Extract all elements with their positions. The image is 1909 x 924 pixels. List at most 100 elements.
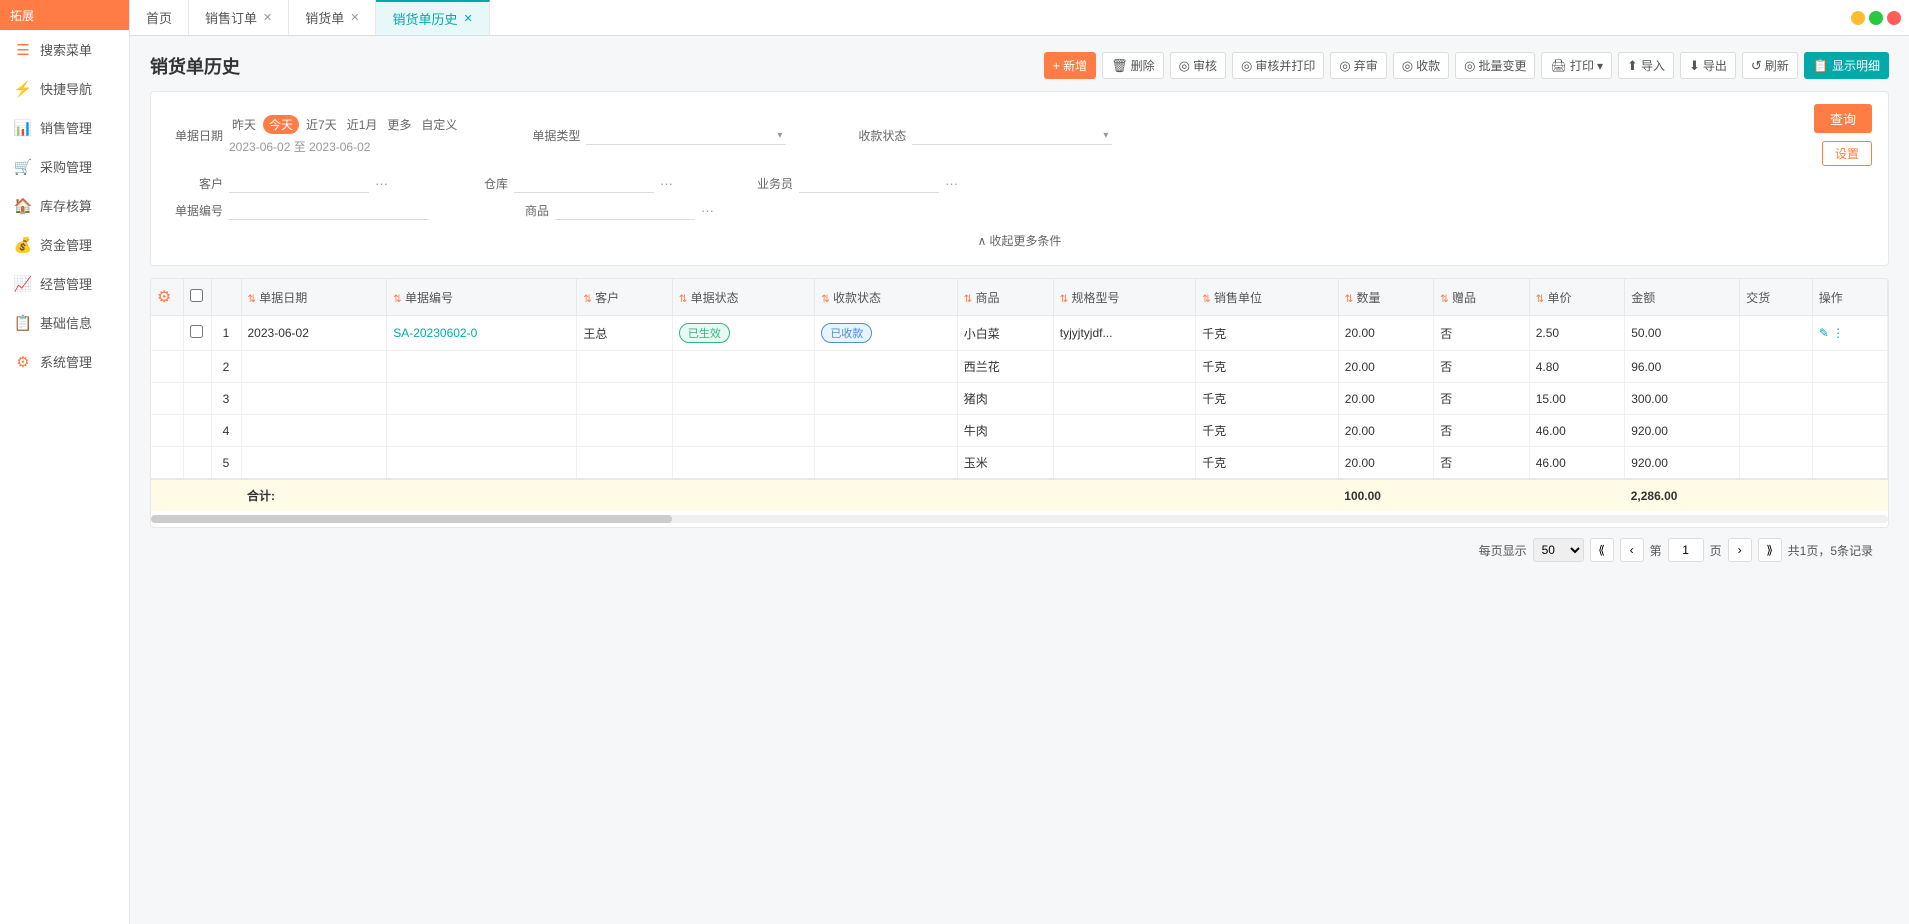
print-button[interactable]: 🖨 打印 ▾ [1541, 52, 1612, 79]
close-sales-order-icon[interactable]: ✕ [263, 11, 272, 24]
new-button[interactable]: + 新增 [1044, 52, 1097, 79]
col-action: 操作 [1812, 279, 1887, 316]
display-button[interactable]: 📋 显示明细 [1804, 52, 1889, 79]
window-close-button[interactable] [1887, 11, 1901, 25]
cell-amount: 920.00 [1625, 415, 1740, 447]
prev-page-button[interactable]: ‹ [1620, 538, 1644, 562]
sidebar-item-finance[interactable]: 💰 资金管理 [0, 225, 129, 264]
sort-icon[interactable]: ⇅ [248, 294, 256, 305]
filter-group-date: 单据日期 昨天 今天 近7天 近1月 更多 自定义 2023-06-02 至 2… [167, 115, 460, 155]
page-number-input[interactable] [1668, 538, 1704, 562]
review-print-button[interactable]: ◎ 审核并打印 [1232, 52, 1324, 79]
salesperson-input[interactable] [799, 174, 939, 193]
col-spec: ⇅ 规格型号 [1053, 279, 1195, 316]
tab-sales-goods-label: 销货单 [305, 8, 344, 27]
horizontal-scrollbar[interactable] [151, 515, 1888, 523]
customer-ellipsis[interactable]: ··· [375, 176, 388, 191]
sort-icon[interactable]: ⇅ [393, 294, 401, 305]
tab-home[interactable]: 首页 [130, 0, 189, 35]
query-button[interactable]: 查询 [1814, 104, 1872, 133]
per-page-select[interactable]: 50 20 100 [1533, 538, 1584, 562]
more-action[interactable]: ⋮ [1832, 326, 1844, 340]
sort-icon[interactable]: ⇅ [679, 294, 687, 305]
next-page-button[interactable]: › [1728, 538, 1752, 562]
sort-icon[interactable]: ⇅ [1440, 294, 1448, 305]
shortcut-today[interactable]: 今天 [263, 115, 299, 134]
sort-icon[interactable]: ⇅ [1345, 294, 1353, 305]
filter-panel: 单据日期 昨天 今天 近7天 近1月 更多 自定义 2023-06-02 至 2… [150, 91, 1889, 266]
sort-icon[interactable]: ⇅ [964, 294, 972, 305]
window-minimize-button[interactable] [1851, 11, 1865, 25]
sidebar-item-search-menu[interactable]: ☰ 搜索菜单 [0, 30, 129, 69]
tab-sales-history[interactable]: 销货单历史 ✕ [376, 0, 489, 35]
sidebar-item-quick-nav[interactable]: ⚡ 快捷导航 [0, 69, 129, 108]
collapse-button[interactable]: ∧ 收起更多条件 [970, 228, 1070, 253]
sidebar-item-inventory[interactable]: 🏠 库存核算 [0, 186, 129, 225]
table-body: 1 2023-06-02 SA-20230602-0 王总 已生效 已收款 小白… [151, 316, 1888, 480]
shortcut-yesterday[interactable]: 昨天 [229, 115, 259, 134]
doc-no-link[interactable]: SA-20230602-0 [393, 326, 477, 340]
cell-settings [151, 447, 183, 480]
goods-ellipsis[interactable]: ··· [701, 203, 714, 218]
shortcut-custom[interactable]: 自定义 [418, 115, 460, 134]
table-row: 5 玉米 千克 20.00 否 46.00 920.00 [151, 447, 1888, 480]
cell-deal [1740, 383, 1813, 415]
collect-button[interactable]: ◎ 收款 [1393, 52, 1449, 79]
close-sales-history-icon[interactable]: ✕ [464, 12, 473, 25]
doc-type-select[interactable] [586, 126, 786, 145]
review-print-label: 审核并打印 [1255, 57, 1315, 74]
scrollbar-thumb[interactable] [151, 515, 672, 523]
settings-button[interactable]: 设置 [1822, 141, 1872, 166]
refresh-button[interactable]: ↺ 刷新 [1742, 52, 1798, 79]
select-all-checkbox[interactable] [190, 289, 203, 302]
export-button[interactable]: ⬇ 导出 [1680, 52, 1736, 79]
sort-icon[interactable]: ⇅ [1202, 294, 1210, 305]
sidebar-item-sys-mgmt[interactable]: ⚙ 系统管理 [0, 342, 129, 381]
shortcut-7days[interactable]: 近7天 [303, 115, 340, 134]
goods-input[interactable] [555, 201, 695, 220]
table-settings-icon[interactable]: ⚙ [157, 289, 171, 306]
sort-icon[interactable]: ⇅ [1060, 294, 1068, 305]
batch-change-button[interactable]: ◎ 批量变更 [1455, 52, 1535, 79]
sidebar-item-sales-mgmt[interactable]: 📊 销售管理 [0, 108, 129, 147]
customer-input[interactable] [229, 174, 369, 193]
sidebar-item-purchase-mgmt[interactable]: 🛒 采购管理 [0, 147, 129, 186]
sidebar-item-operations[interactable]: 📈 经营管理 [0, 264, 129, 303]
tab-sales-goods[interactable]: 销货单 ✕ [289, 0, 376, 35]
delete-icon: 🗑 [1111, 58, 1128, 74]
cell-customer [577, 447, 672, 480]
last-page-button[interactable]: ⟫ [1758, 538, 1782, 562]
shortcut-more[interactable]: 更多 [384, 115, 414, 134]
sidebar-item-label: 基础信息 [40, 313, 92, 332]
delete-button[interactable]: 🗑 删除 [1102, 52, 1164, 79]
sidebar-item-basic-info[interactable]: 📋 基础信息 [0, 303, 129, 342]
cell-qty: 20.00 [1338, 383, 1433, 415]
row-checkbox[interactable] [190, 325, 203, 338]
shortcut-1month[interactable]: 近1月 [344, 115, 381, 134]
cell-unit: 千克 [1196, 447, 1338, 480]
warehouse-ellipsis[interactable]: ··· [660, 176, 673, 191]
cell-qty: 20.00 [1338, 316, 1433, 351]
tab-sales-order[interactable]: 销售订单 ✕ [189, 0, 289, 35]
window-maximize-button[interactable] [1869, 11, 1883, 25]
import-button[interactable]: ⬆ 导入 [1618, 52, 1674, 79]
cell-deal [1740, 415, 1813, 447]
close-sales-goods-icon[interactable]: ✕ [350, 11, 359, 24]
summary-label-text: 合计: [241, 479, 387, 511]
payment-status-select[interactable] [912, 126, 1112, 145]
first-page-button[interactable]: ⟪ [1590, 538, 1614, 562]
col-unit: ⇅ 销售单位 [1196, 279, 1338, 316]
sort-icon[interactable]: ⇅ [1536, 294, 1544, 305]
sort-icon[interactable]: ⇅ [583, 294, 591, 305]
warehouse-input[interactable] [514, 174, 654, 193]
sort-icon[interactable]: ⇅ [821, 294, 829, 305]
filter-goods-label: 商品 [493, 202, 549, 219]
abandon-button[interactable]: ◎ 弃审 [1330, 52, 1386, 79]
docno-input[interactable] [229, 201, 429, 220]
cell-doc-no [387, 447, 577, 480]
review-button[interactable]: ◎ 审核 [1170, 52, 1226, 79]
salesperson-ellipsis[interactable]: ··· [945, 176, 958, 191]
sidebar-item-label: 库存核算 [40, 196, 92, 215]
edit-action[interactable]: ✎ [1819, 326, 1829, 340]
display-icon: 📋 [1813, 58, 1829, 74]
